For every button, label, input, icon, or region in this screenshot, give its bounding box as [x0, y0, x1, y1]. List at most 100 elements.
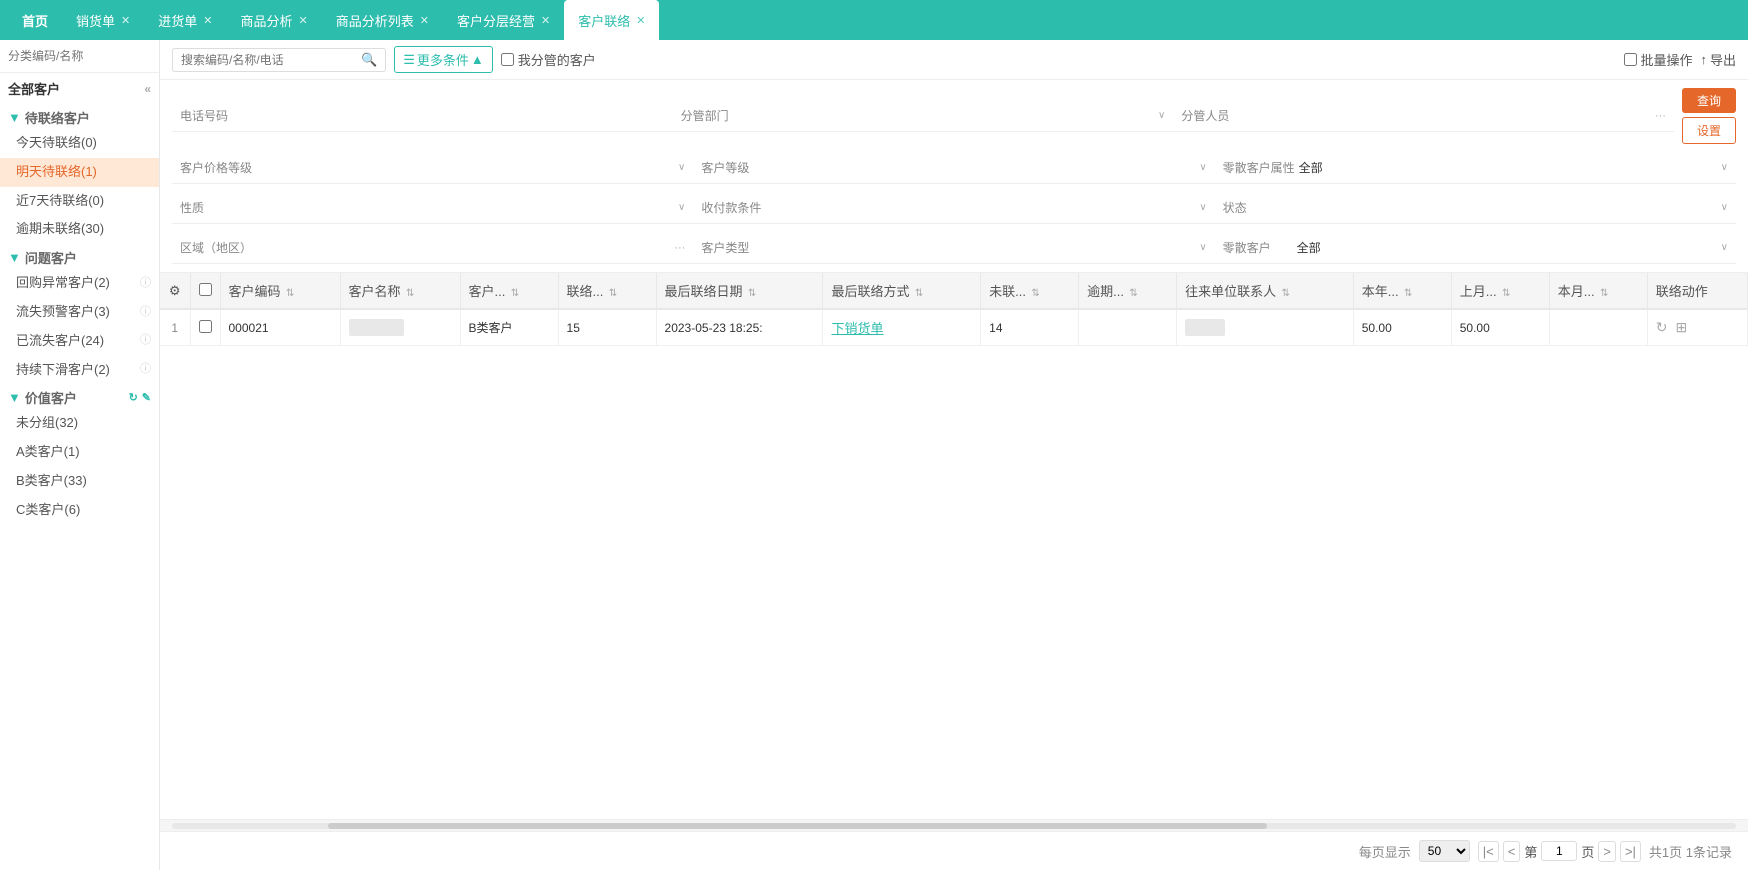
filter-actions: 查询 设置 — [1682, 88, 1736, 144]
sidebar-item-churn-warning[interactable]: 流失预警客户(3) ⓘ — [0, 298, 159, 327]
nav-sales-order[interactable]: 销货单 ✕ — [62, 0, 144, 40]
sort-this-month-icon[interactable]: ⇅ — [1600, 288, 1608, 299]
info-icon-declining[interactable]: ⓘ — [140, 361, 151, 379]
nav-customer-segmentation[interactable]: 客户分层经营 ✕ — [443, 0, 564, 40]
filter-price-level[interactable]: 客户价格等级 ∨ — [172, 152, 693, 184]
filter-customer-type[interactable]: 客户类型 ∨ — [693, 232, 1214, 264]
sidebar-item-today-pending[interactable]: 今天待联络(0) — [0, 129, 159, 158]
batch-ops-check[interactable] — [1624, 53, 1637, 66]
sort-last-month-icon[interactable]: ⇅ — [1502, 288, 1510, 299]
toolbar-search-icon[interactable]: 🔍 — [361, 52, 377, 68]
sort-uncontacted-icon[interactable]: ⇅ — [1031, 288, 1039, 299]
first-page-button[interactable]: |< — [1478, 841, 1499, 862]
filter-payment[interactable]: 收付款条件 ∨ — [693, 192, 1214, 224]
row-customer-code: 000021 — [220, 309, 340, 346]
close-sales-order-icon[interactable]: ✕ — [121, 14, 130, 27]
phone-input[interactable] — [250, 109, 665, 123]
nav-product-analysis-list[interactable]: 商品分析列表 ✕ — [322, 0, 443, 40]
sort-overdue-icon[interactable]: ⇅ — [1129, 288, 1137, 299]
filter-customer-level[interactable]: 客户等级 ∨ — [693, 152, 1214, 184]
edit-value-icon[interactable]: ✎ — [142, 391, 151, 404]
dept-dropdown-icon: ∨ — [1158, 110, 1165, 121]
close-product-list-icon[interactable]: ✕ — [420, 14, 429, 27]
last-page-button[interactable]: >| — [1620, 841, 1641, 862]
nav-purchase-order[interactable]: 进货单 ✕ — [144, 0, 226, 40]
col-this-year: 本年... ⇅ — [1353, 273, 1451, 309]
settings-button[interactable]: 设置 — [1682, 117, 1736, 144]
sort-code-icon[interactable]: ⇅ — [286, 288, 294, 299]
nature-dropdown-icon: ∨ — [678, 202, 685, 213]
row-uncontacted: 14 — [981, 309, 1079, 346]
row-checkbox[interactable] — [199, 320, 212, 333]
sidebar-all-customers[interactable]: 全部客户 « — [0, 73, 159, 104]
sort-date-icon[interactable]: ⇅ — [748, 288, 756, 299]
sidebar-item-b-class[interactable]: B类客户(33) — [0, 467, 159, 496]
export-button[interactable]: ↑ 导出 — [1700, 50, 1736, 69]
sidebar-item-ungrouped[interactable]: 未分组(32) — [0, 409, 159, 438]
page-unit: 页 — [1581, 842, 1594, 861]
sort-type-icon[interactable]: ⇅ — [511, 288, 519, 299]
nav-customer-contact[interactable]: 客户联络 ✕ — [564, 0, 659, 40]
my-customers-check[interactable] — [501, 53, 514, 66]
refresh-value-icon[interactable]: ↻ — [129, 391, 138, 404]
col-last-month: 上月... ⇅ — [1451, 273, 1549, 309]
sidebar-item-declining[interactable]: 持续下滑客户(2) ⓘ — [0, 356, 159, 385]
sort-contact-icon[interactable]: ⇅ — [609, 288, 617, 299]
action-refresh-icon[interactable]: ↻ — [1656, 319, 1668, 336]
row-customer-name: Ea — [340, 309, 460, 346]
filter-row-3: 性质 ∨ 收付款条件 ∨ 状态 ∨ — [172, 192, 1736, 224]
sidebar-item-week-pending[interactable]: 近7天待联络(0) — [0, 187, 159, 216]
region-more-icon[interactable]: ··· — [674, 242, 685, 254]
sidebar-group-value: ▼ 价值客户 ↻ ✎ — [0, 384, 159, 409]
page-number-input[interactable] — [1541, 841, 1577, 861]
sidebar-item-c-class[interactable]: C类客户(6) — [0, 496, 159, 525]
info-icon-churned[interactable]: ⓘ — [140, 332, 151, 350]
action-grid-icon[interactable]: ⊞ — [1675, 319, 1687, 336]
sort-year-icon[interactable]: ⇅ — [1404, 288, 1412, 299]
filter-region: 区域（地区） ··· — [172, 232, 693, 264]
nav-product-analysis[interactable]: 商品分析 ✕ — [226, 0, 321, 40]
chevron-up-icon: ▲ — [471, 52, 484, 67]
sort-name-icon[interactable]: ⇅ — [406, 288, 414, 299]
close-purchase-order-icon[interactable]: ✕ — [203, 14, 212, 27]
scrollbar-thumb[interactable] — [328, 823, 1266, 829]
filter-dept[interactable]: 分管部门 ∨ — [673, 100, 1174, 132]
sidebar-search-area: 🔍 — [0, 40, 159, 73]
col-uncontacted: 未联... ⇅ — [981, 273, 1079, 309]
filter-nature[interactable]: 性质 ∨ — [172, 192, 693, 224]
payment-dropdown-icon: ∨ — [1199, 202, 1206, 213]
col-gear[interactable]: ⚙ — [160, 273, 190, 309]
batch-ops[interactable]: 批量操作 — [1624, 50, 1692, 69]
info-icon-abnormal[interactable]: ⓘ — [140, 275, 151, 293]
sidebar-item-overdue[interactable]: 逾期未联络(30) — [0, 215, 159, 244]
contact-method-link[interactable]: 下销货单 — [831, 321, 883, 336]
nav-home[interactable]: 首页 — [8, 0, 62, 40]
manager-more-icon[interactable]: ··· — [1655, 110, 1666, 122]
close-customer-contact-icon[interactable]: ✕ — [636, 14, 645, 27]
filter-scatter-attr[interactable]: 零散客户属性 全部 ∨ — [1215, 152, 1736, 184]
select-all-checkbox[interactable] — [199, 283, 212, 296]
info-icon-churn[interactable]: ⓘ — [140, 304, 151, 322]
sort-method-icon[interactable]: ⇅ — [915, 288, 923, 299]
gear-icon[interactable]: ⚙ — [169, 283, 181, 298]
page-size-select[interactable]: 50 10 20 100 — [1419, 840, 1470, 862]
scatter-customer-dropdown-icon: ∨ — [1721, 242, 1728, 253]
query-button[interactable]: 查询 — [1682, 88, 1736, 113]
sidebar-item-abnormal[interactable]: 回购异常客户(2) ⓘ — [0, 269, 159, 298]
sort-unit-icon[interactable]: ⇅ — [1282, 288, 1290, 299]
sidebar-search-input[interactable] — [8, 49, 160, 63]
my-customers-checkbox[interactable]: 我分管的客户 — [501, 50, 596, 69]
filter-button[interactable]: ☰ 更多条件 ▲ — [394, 46, 493, 73]
filter-status[interactable]: 状态 ∨ — [1215, 192, 1736, 224]
horizontal-scrollbar[interactable] — [160, 819, 1748, 831]
prev-page-button[interactable]: < — [1503, 841, 1521, 862]
next-page-button[interactable]: > — [1598, 841, 1616, 862]
sidebar-item-churned[interactable]: 已流失客户(24) ⓘ — [0, 327, 159, 356]
row-this-month — [1549, 309, 1647, 346]
filter-scatter-customer[interactable]: 零散客户 全部 ∨ — [1215, 232, 1736, 264]
close-product-analysis-icon[interactable]: ✕ — [299, 14, 308, 27]
search-input[interactable] — [181, 53, 361, 67]
sidebar-item-tomorrow-pending[interactable]: 明天待联络(1) — [0, 158, 159, 187]
sidebar-item-a-class[interactable]: A类客户(1) — [0, 438, 159, 467]
close-segmentation-icon[interactable]: ✕ — [541, 14, 550, 27]
